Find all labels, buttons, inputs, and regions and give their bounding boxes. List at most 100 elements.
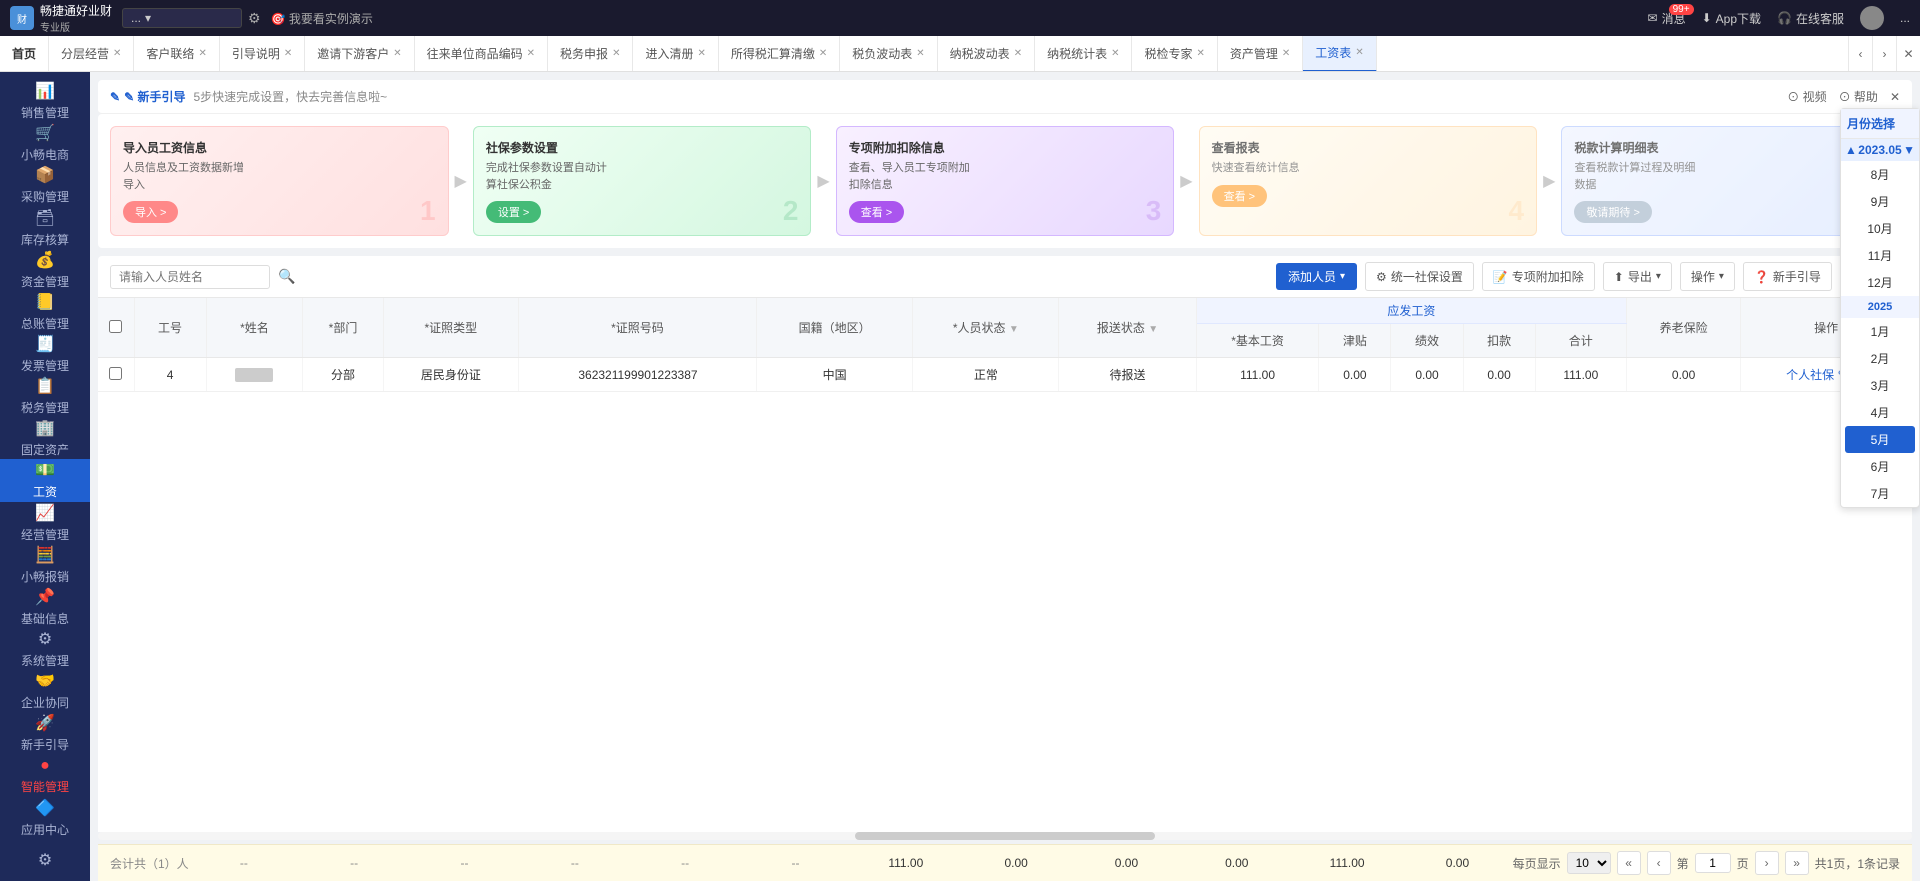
online-service-button[interactable]: 🎧 在线客服: [1777, 10, 1844, 27]
close-icon[interactable]: ✕: [393, 48, 401, 59]
row-select-checkbox[interactable]: [109, 367, 122, 380]
sidebar-item-salary[interactable]: 💵 工资: [0, 459, 90, 501]
tab-yindao[interactable]: 引导说明✕: [220, 36, 305, 72]
step-4-button[interactable]: 查看 >: [1212, 185, 1267, 207]
step-5-button[interactable]: 敬请期待 >: [1574, 201, 1651, 223]
sidebar-item-management[interactable]: 📈 经营管理: [0, 502, 90, 544]
sidebar-item-purchase[interactable]: 📦 采购管理: [0, 164, 90, 206]
settings-icon[interactable]: ⚙: [248, 10, 261, 27]
guide-close-button[interactable]: ✕: [1890, 90, 1900, 104]
sidebar-item-fixed-assets[interactable]: 🏢 固定资产: [0, 417, 90, 459]
month-item-11[interactable]: 11月: [1841, 242, 1919, 269]
sidebar-item-ecommerce[interactable]: 🛒 小畅电商: [0, 122, 90, 164]
month-picker-down-icon[interactable]: ▼: [1903, 143, 1915, 157]
sidebar-item-tax[interactable]: 📋 税务管理: [0, 375, 90, 417]
company-selector[interactable]: ... ▾: [122, 8, 242, 28]
unified-settings-button[interactable]: ⚙ 统一社保设置: [1365, 262, 1474, 291]
export-button[interactable]: ⬆ 导出 ▾: [1603, 262, 1672, 291]
tab-next-button[interactable]: ›: [1872, 36, 1896, 72]
sidebar-item-collab[interactable]: 🤝 企业协同: [0, 670, 90, 712]
close-icon[interactable]: ✕: [1355, 47, 1363, 58]
tab-close-all-button[interactable]: ✕: [1896, 36, 1920, 72]
sidebar-item-invoice[interactable]: 🧾 发票管理: [0, 333, 90, 375]
month-item-10[interactable]: 10月: [1841, 215, 1919, 242]
sidebar-item-system[interactable]: ⚙ 系统管理: [0, 628, 90, 670]
tab-suode[interactable]: 所得税汇算清缴✕: [719, 36, 840, 72]
month-item-9[interactable]: 9月: [1841, 188, 1919, 215]
guide-video-link[interactable]: ⊙ 视频: [1787, 88, 1826, 105]
tab-prev-button[interactable]: ‹: [1848, 36, 1872, 72]
month-item-3[interactable]: 3月: [1841, 372, 1919, 399]
personal-insurance-button[interactable]: 个人社保: [1786, 366, 1834, 383]
page-size-select[interactable]: 10 20 50: [1567, 852, 1611, 874]
search-button[interactable]: 🔍: [278, 268, 295, 285]
tab-납세[interactable]: 纳税波动表✕: [938, 36, 1035, 72]
guide-help-link[interactable]: ⊙ 帮助: [1839, 88, 1878, 105]
tab-commodity[interactable]: 往来单位商品编码✕: [415, 36, 548, 72]
month-item-4[interactable]: 4月: [1841, 399, 1919, 426]
next-page-button[interactable]: ›: [1755, 851, 1779, 875]
month-item-2[interactable]: 2月: [1841, 345, 1919, 372]
message-button[interactable]: ✉ 消息 99+: [1648, 10, 1686, 27]
step-3-button[interactable]: 查看 >: [849, 201, 904, 223]
tab-feneng[interactable]: 分层经营✕: [49, 36, 134, 72]
tab-invite[interactable]: 邀请下游客户✕: [305, 36, 414, 72]
close-icon[interactable]: ✕: [527, 48, 535, 59]
status-filter-icon[interactable]: ▼: [1009, 324, 1019, 335]
sidebar-item-ai[interactable]: ● 智能管理: [0, 755, 90, 797]
tab-tax[interactable]: 税务申报✕: [548, 36, 633, 72]
sidebar-item-basic-info[interactable]: 📌 基础信息: [0, 586, 90, 628]
page-input[interactable]: [1695, 853, 1731, 873]
demo-link[interactable]: 🎯 我要看实例演示: [271, 10, 373, 27]
tab-kehu[interactable]: 客户联络✕: [134, 36, 219, 72]
month-item-5-active[interactable]: 5月: [1845, 426, 1915, 453]
sidebar-item-settings[interactable]: ⚙: [0, 839, 90, 881]
sidebar-item-ledger[interactable]: 📒 总账管理: [0, 291, 90, 333]
select-all-checkbox[interactable]: [109, 320, 122, 333]
horizontal-scrollbar[interactable]: [98, 832, 1912, 840]
month-item-6[interactable]: 6月: [1841, 453, 1919, 480]
sidebar-item-appstore[interactable]: 🔷 应用中心: [0, 797, 90, 839]
operations-button[interactable]: 操作 ▾: [1680, 262, 1735, 291]
sidebar-item-sales[interactable]: 📊 销售管理: [0, 80, 90, 122]
add-person-button[interactable]: 添加人员 ▾: [1276, 263, 1357, 290]
close-icon[interactable]: ✕: [113, 48, 121, 59]
new-guide-button[interactable]: ❓ 新手引导: [1743, 262, 1832, 291]
month-item-1[interactable]: 1月: [1841, 318, 1919, 345]
tab-home[interactable]: 首页: [0, 36, 49, 72]
close-icon[interactable]: ✕: [1111, 48, 1119, 59]
close-icon[interactable]: ✕: [916, 48, 924, 59]
sidebar-item-inventory[interactable]: 🗃 库存核算: [0, 206, 90, 248]
close-icon[interactable]: ✕: [1197, 48, 1205, 59]
tab-nashtax[interactable]: 纳税统计表✕: [1035, 36, 1132, 72]
first-page-button[interactable]: «: [1617, 851, 1641, 875]
close-icon[interactable]: ✕: [697, 48, 705, 59]
sidebar-item-expense[interactable]: 🧮 小畅报销: [0, 544, 90, 586]
app-download-button[interactable]: ⬇ App下载: [1702, 10, 1761, 27]
avatar[interactable]: [1860, 6, 1884, 30]
close-icon[interactable]: ✕: [198, 48, 206, 59]
step-2-button[interactable]: 设置 >: [486, 201, 541, 223]
month-item-7[interactable]: 7月: [1841, 480, 1919, 507]
scroll-thumb[interactable]: [855, 832, 1155, 840]
tab-salary[interactable]: 工资表✕: [1303, 36, 1376, 72]
prev-page-button[interactable]: ‹: [1647, 851, 1671, 875]
month-item-12[interactable]: 12月: [1841, 269, 1919, 296]
last-page-button[interactable]: »: [1785, 851, 1809, 875]
step-1-button[interactable]: 导入 >: [123, 201, 178, 223]
close-icon[interactable]: ✕: [1282, 48, 1290, 59]
close-icon[interactable]: ✕: [1014, 48, 1022, 59]
sidebar-item-finance[interactable]: 💰 资金管理: [0, 249, 90, 291]
close-icon[interactable]: ✕: [284, 48, 292, 59]
month-item-8[interactable]: 8月: [1841, 161, 1919, 188]
special-deduction-button[interactable]: 📝 专项附加扣除: [1482, 262, 1595, 291]
tab-shuijian[interactable]: 税检专家✕: [1132, 36, 1217, 72]
close-icon[interactable]: ✕: [819, 48, 827, 59]
month-picker-up-icon[interactable]: ▲: [1845, 143, 1857, 157]
tab-assets[interactable]: 资产管理✕: [1218, 36, 1303, 72]
sidebar-item-guide[interactable]: 🚀 新手引导: [0, 712, 90, 754]
close-icon[interactable]: ✕: [612, 48, 620, 59]
tab-shufu[interactable]: 税负波动表✕: [840, 36, 937, 72]
report-filter-icon[interactable]: ▼: [1148, 324, 1158, 335]
search-input[interactable]: [110, 265, 270, 289]
